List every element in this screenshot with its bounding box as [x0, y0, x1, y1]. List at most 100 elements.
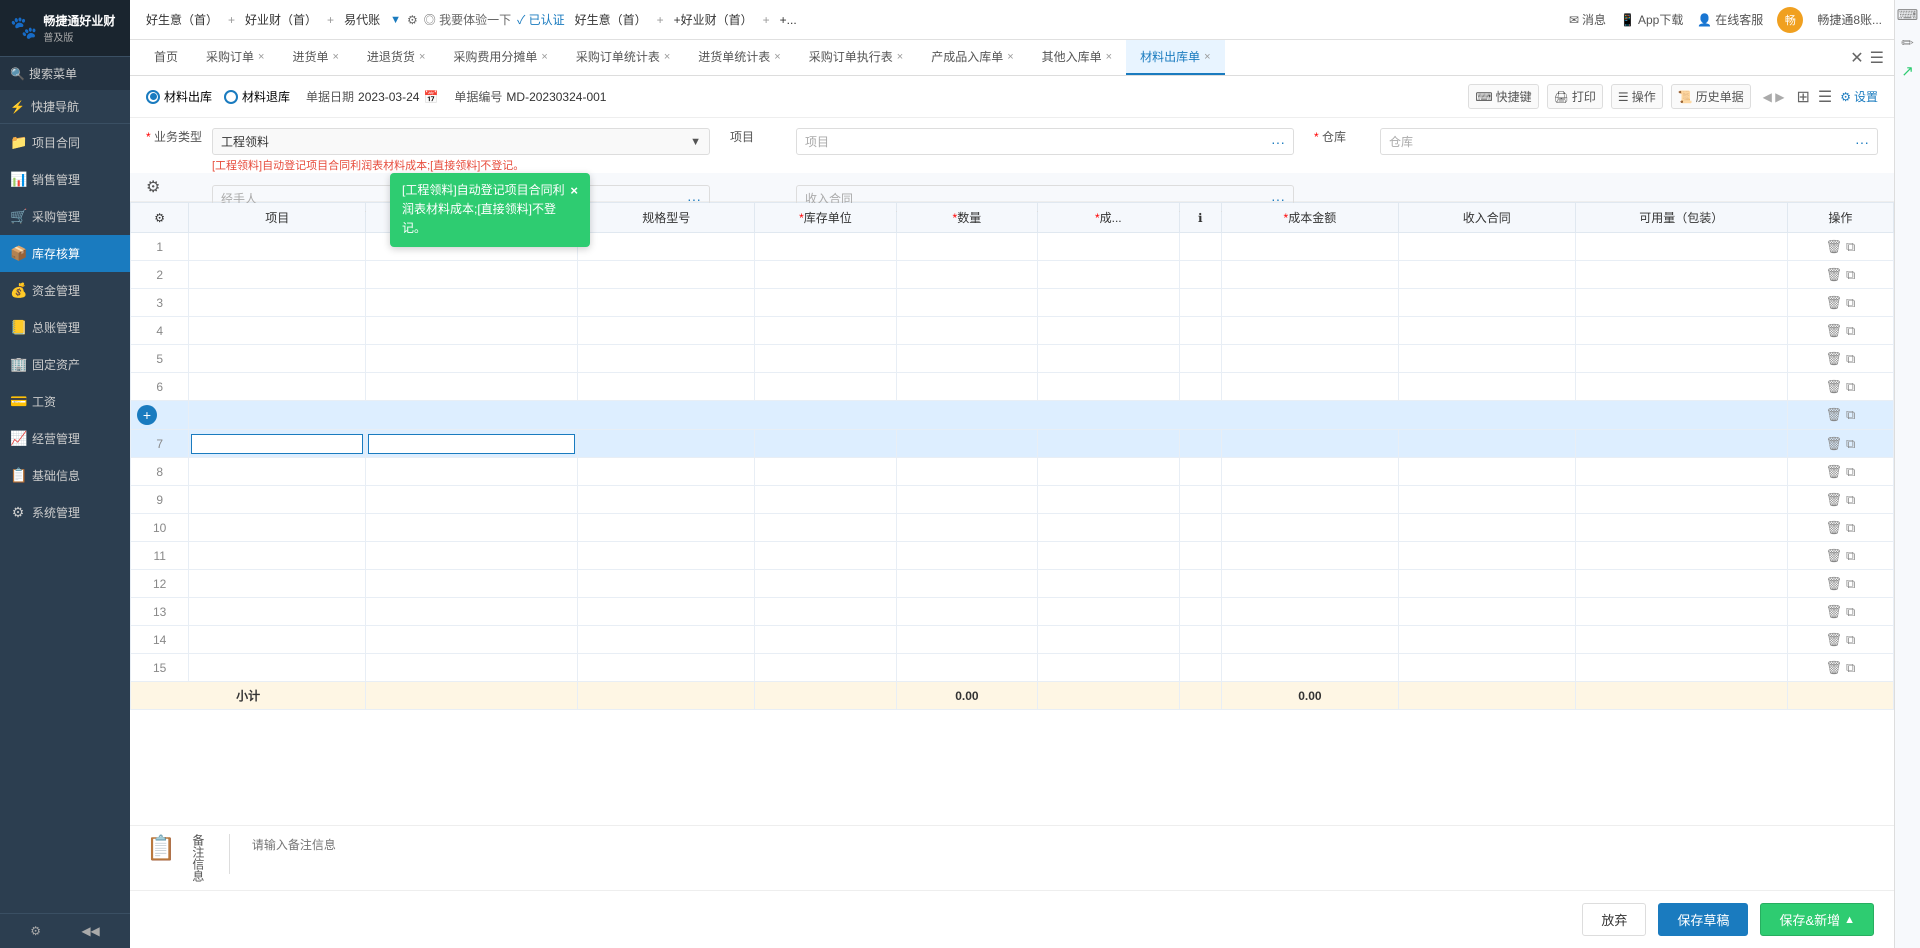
row-project-cell[interactable]: [189, 345, 366, 373]
row-material-cell[interactable]: [366, 430, 578, 458]
row-cost-amount-cell[interactable]: [1221, 570, 1398, 598]
row-income-contract-cell[interactable]: [1398, 542, 1575, 570]
row-cost-amount-cell[interactable]: [1221, 486, 1398, 514]
row-qty-cell[interactable]: [896, 486, 1037, 514]
row-cost-cell[interactable]: [1038, 289, 1179, 317]
warehouse-input[interactable]: 仓库 ···: [1380, 128, 1878, 155]
tab-purchase-order[interactable]: 采购订单×: [192, 40, 278, 75]
tab-close-finished-goods[interactable]: ×: [1007, 51, 1013, 63]
tab-close-purchase-expense[interactable]: ×: [541, 51, 547, 63]
row-spec-cell[interactable]: [578, 542, 755, 570]
sidebar-item-system[interactable]: ⚙ 系统管理: [0, 494, 130, 531]
tab-close-return-goods[interactable]: ×: [419, 51, 425, 63]
row-qty-cell[interactable]: [896, 570, 1037, 598]
tab-home[interactable]: 首页: [140, 40, 192, 75]
row-qty-cell[interactable]: [896, 626, 1037, 654]
row-unit-cell[interactable]: [755, 458, 896, 486]
biz-type-input[interactable]: 工程领料 ▼: [212, 128, 710, 155]
row-cost-cell[interactable]: [1038, 570, 1179, 598]
row-unit-cell[interactable]: [755, 542, 896, 570]
print-btn[interactable]: 🖨 打印: [1547, 84, 1603, 109]
sidebar-item-project[interactable]: 📁 项目合同: [0, 124, 130, 161]
row-qty-cell[interactable]: [896, 598, 1037, 626]
row-project-cell[interactable]: [189, 598, 366, 626]
save-new-button[interactable]: 保存&新增 ▲: [1760, 903, 1874, 936]
notes-input[interactable]: [248, 834, 1878, 856]
row-spec-cell[interactable]: [578, 317, 755, 345]
sidebar-collapse-btn[interactable]: ◀◀: [81, 924, 99, 938]
history-btn[interactable]: 📜 历史单据: [1671, 84, 1751, 109]
tab-close-purchase-order[interactable]: ×: [258, 51, 264, 63]
row-material-cell[interactable]: [366, 289, 578, 317]
copy-row-icon[interactable]: ⧉: [1846, 576, 1855, 592]
delete-row-icon[interactable]: 🗑: [1826, 548, 1843, 564]
calendar-icon[interactable]: 📅: [423, 90, 438, 104]
row-qty-cell[interactable]: [896, 317, 1037, 345]
sidebar-item-ledger[interactable]: 📒 总账管理: [0, 309, 130, 346]
sidebar-item-inventory[interactable]: 📦 库存核算: [0, 235, 130, 272]
sidebar-item-capital[interactable]: 💰 资金管理: [0, 272, 130, 309]
tab-inbound[interactable]: 进货单×: [278, 40, 352, 75]
row-cost-amount-cell[interactable]: [1221, 430, 1398, 458]
tooltip-close-btn[interactable]: ×: [570, 181, 578, 202]
row-cost-cell[interactable]: [1038, 542, 1179, 570]
tab-close-all-btn[interactable]: ✕: [1850, 48, 1863, 68]
row-qty-cell[interactable]: [896, 373, 1037, 401]
row-unit-cell[interactable]: [755, 570, 896, 598]
copy-row-icon[interactable]: ⧉: [1846, 660, 1855, 676]
sidebar-item-sales[interactable]: 📊 销售管理: [0, 161, 130, 198]
row-qty-cell[interactable]: [896, 654, 1037, 682]
radio-material-return[interactable]: 材料退库: [224, 88, 290, 105]
row-cost-cell[interactable]: [1038, 654, 1179, 682]
row-unit-cell[interactable]: [755, 598, 896, 626]
row-unit-cell[interactable]: [755, 233, 896, 261]
row-unit-cell[interactable]: [755, 345, 896, 373]
radio-material-out[interactable]: 材料出库: [146, 88, 212, 105]
row-project-cell[interactable]: [189, 458, 366, 486]
row-spec-cell[interactable]: [578, 345, 755, 373]
row-income-contract-cell[interactable]: [1398, 261, 1575, 289]
row-qty-cell[interactable]: [896, 458, 1037, 486]
copy-row-icon[interactable]: ⧉: [1846, 492, 1855, 508]
sidebar-item-basic-info[interactable]: 📋 基础信息: [0, 457, 130, 494]
row-project-cell[interactable]: [189, 261, 366, 289]
delete-row-icon[interactable]: 🗑: [1826, 351, 1843, 367]
row-spec-cell[interactable]: [578, 289, 755, 317]
delete-row-icon[interactable]: 🗑: [1826, 576, 1843, 592]
user-avatar[interactable]: 畅: [1777, 7, 1803, 33]
row-spec-cell[interactable]: [578, 458, 755, 486]
row-qty-cell[interactable]: [896, 345, 1037, 373]
copy-row-icon[interactable]: ⧉: [1846, 632, 1855, 648]
copy-row-icon[interactable]: ⧉: [1846, 295, 1855, 311]
row-qty-cell[interactable]: [896, 261, 1037, 289]
row-spec-cell[interactable]: [578, 570, 755, 598]
delete-row-icon[interactable]: 🗑: [1826, 239, 1843, 255]
row-material-cell[interactable]: [366, 626, 578, 654]
row-income-contract-cell[interactable]: [1398, 598, 1575, 626]
row-cost-cell[interactable]: [1038, 233, 1179, 261]
row-income-contract-cell[interactable]: [1398, 514, 1575, 542]
topbar-easy-tax[interactable]: 易代账: [340, 11, 384, 28]
row-unit-cell[interactable]: [755, 261, 896, 289]
row-cost-cell[interactable]: [1038, 486, 1179, 514]
settings-btn[interactable]: ⚙ 设置: [1840, 88, 1878, 105]
topbar-online-service[interactable]: 👤 在线客服: [1697, 11, 1763, 28]
row-unit-cell[interactable]: [755, 373, 896, 401]
topbar-certified[interactable]: ✓ 已认证: [517, 11, 565, 28]
row-income-contract-cell[interactable]: [1398, 486, 1575, 514]
row-cost-cell[interactable]: [1038, 514, 1179, 542]
row-income-contract-cell[interactable]: [1398, 373, 1575, 401]
delete-row-icon[interactable]: 🗑: [1826, 379, 1843, 395]
delete-row-icon[interactable]: 🗑: [1826, 436, 1843, 452]
tab-purchase-expense[interactable]: 采购费用分摊单×: [439, 40, 561, 75]
add-row-button[interactable]: +: [137, 405, 157, 425]
row-qty-cell[interactable]: [896, 289, 1037, 317]
row-material-cell[interactable]: [366, 317, 578, 345]
delete-row-icon[interactable]: 🗑: [1826, 323, 1843, 339]
topbar-more[interactable]: +...: [776, 13, 801, 27]
delete-row-icon[interactable]: 🗑: [1826, 492, 1843, 508]
row-cost-cell[interactable]: [1038, 317, 1179, 345]
row-income-contract-cell[interactable]: [1398, 570, 1575, 598]
row-project-cell[interactable]: [189, 542, 366, 570]
row-unit-cell[interactable]: [755, 514, 896, 542]
